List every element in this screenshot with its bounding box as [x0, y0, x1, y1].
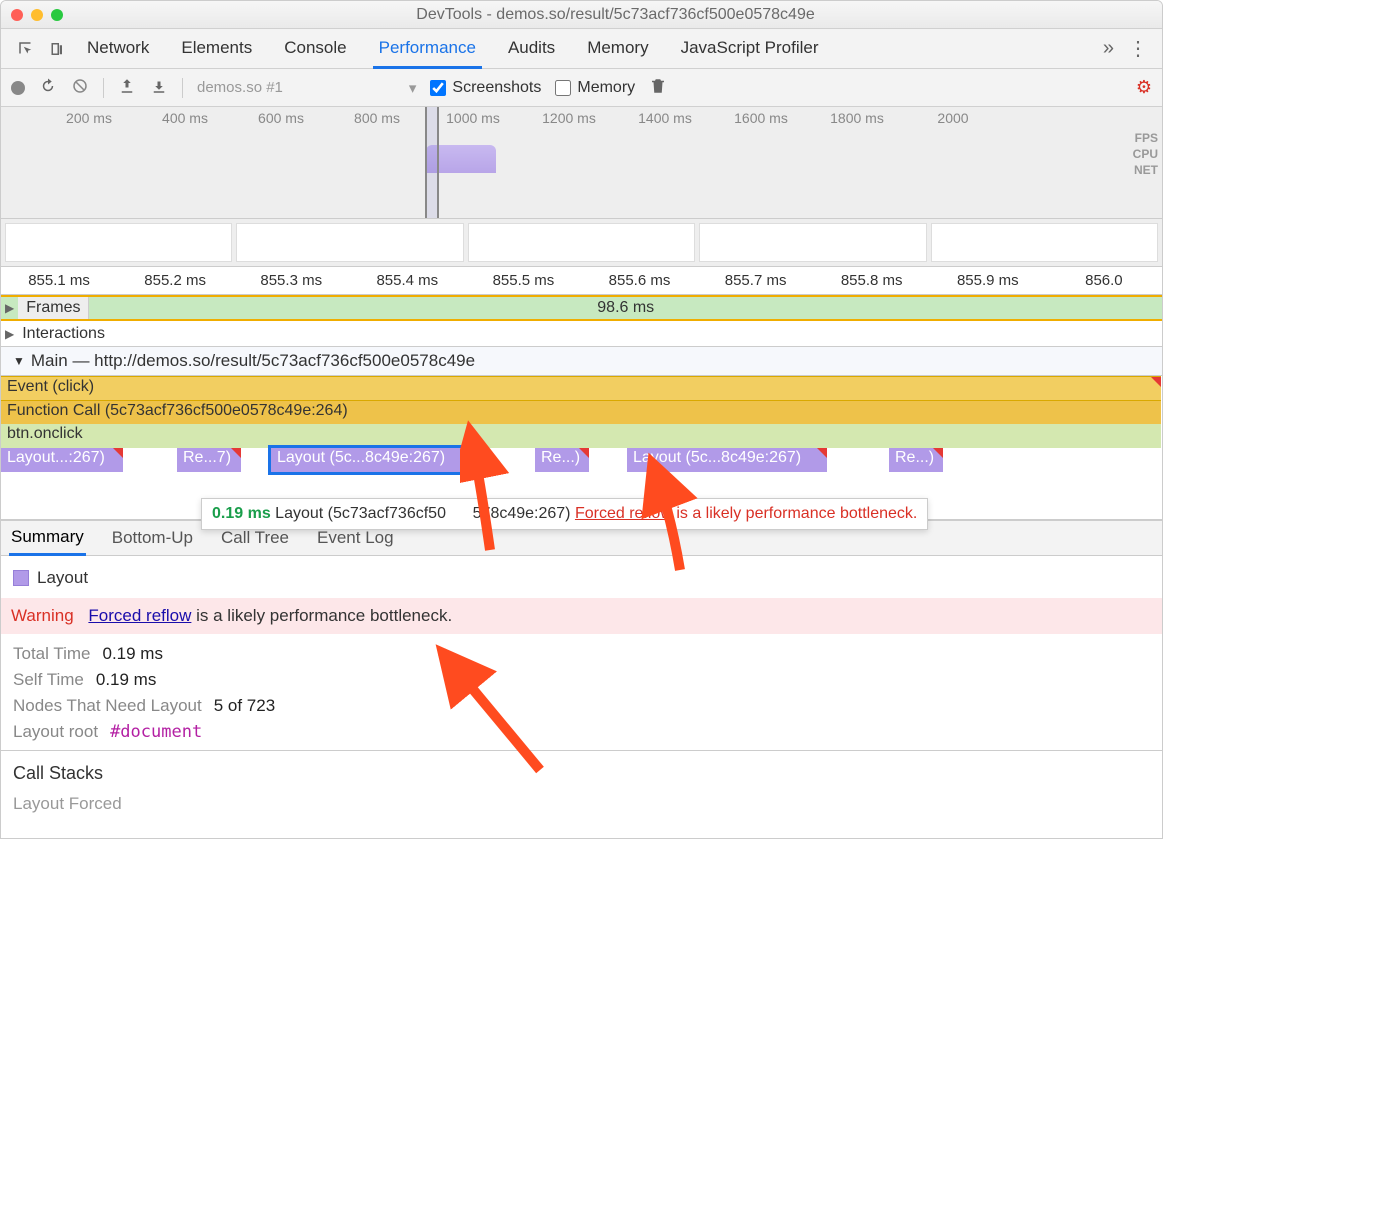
memory-checkbox[interactable]: Memory: [555, 79, 635, 97]
summary-panel: Layout Warning Forced reflow is a likely…: [1, 556, 1162, 838]
warning-label: Warning: [11, 606, 74, 625]
frames-track[interactable]: ▶ Frames 98.6 ms: [1, 295, 1162, 321]
overview-pane[interactable]: 200 ms 400 ms 600 ms 800 ms 1000 ms 1200…: [1, 107, 1162, 219]
forced-reflow-link[interactable]: Forced reflow: [88, 606, 191, 625]
summary-key: Layout root: [13, 722, 98, 742]
window-titlebar: DevTools - demos.so/result/5c73acf736cf5…: [1, 1, 1162, 29]
flame-bar[interactable]: btn.onclick: [1, 424, 1161, 448]
maximize-window-button[interactable]: [51, 9, 63, 21]
summary-key: Total Time: [13, 644, 90, 664]
summary-value[interactable]: #document: [110, 722, 202, 742]
screenshots-input[interactable]: [430, 80, 446, 96]
performance-toolbar: demos.so #1 ▾ Screenshots Memory ⚙: [1, 69, 1162, 107]
inspect-element-icon[interactable]: [11, 34, 41, 64]
warning-text: is a likely performance bottleneck.: [196, 606, 452, 625]
expand-triangle-icon[interactable]: ▶: [1, 327, 18, 341]
tab-elements[interactable]: Elements: [175, 30, 258, 68]
overview-selection-handle[interactable]: [425, 107, 439, 218]
summary-title: Layout: [37, 568, 88, 588]
call-stack-entry[interactable]: Layout Forced: [13, 794, 1150, 814]
summary-value: 0.19 ms: [96, 670, 156, 690]
tooltip-forced-reflow-link[interactable]: Forced reflow: [575, 505, 672, 522]
collect-garbage-icon[interactable]: [649, 77, 667, 98]
screenshot-frame[interactable]: [931, 223, 1158, 262]
summary-row: Total Time 0.19 ms: [13, 644, 1150, 664]
devtools-window: DevTools - demos.so/result/5c73acf736cf5…: [0, 0, 1163, 839]
tooltip-warning-text: is a likely performance bottleneck.: [676, 505, 917, 522]
summary-key: Nodes That Need Layout: [13, 696, 202, 716]
capture-settings-gear-icon[interactable]: ⚙: [1136, 77, 1152, 98]
chevron-down-icon: ▾: [409, 79, 417, 97]
clear-button[interactable]: [71, 77, 89, 98]
summary-tab[interactable]: Summary: [9, 521, 86, 556]
summary-value: 0.19 ms: [102, 644, 162, 664]
summary-key: Self Time: [13, 670, 84, 690]
tab-audits[interactable]: Audits: [502, 30, 561, 68]
summary-heading: Layout: [13, 568, 1150, 588]
frames-label: Frames: [18, 297, 89, 319]
minimize-window-button[interactable]: [31, 9, 43, 21]
screenshot-frame[interactable]: [468, 223, 695, 262]
detail-ruler[interactable]: 855.1 ms 855.2 ms 855.3 ms 855.4 ms 855.…: [1, 267, 1162, 295]
context-selector[interactable]: demos.so #1 ▾: [197, 79, 416, 97]
flame-bar[interactable]: Re...): [535, 448, 589, 472]
tab-js-profiler[interactable]: JavaScript Profiler: [675, 30, 825, 68]
flame-bar[interactable]: Layout (5c...8c49e:267): [627, 448, 827, 472]
layout-color-swatch: [13, 570, 29, 586]
call-stacks-section: Call Stacks Layout Forced: [1, 750, 1162, 826]
summary-row: Nodes That Need Layout 5 of 723: [13, 696, 1150, 716]
flame-bar[interactable]: Event (click): [1, 376, 1161, 400]
context-label: demos.so #1: [197, 79, 283, 96]
memory-input[interactable]: [555, 80, 571, 96]
reload-button[interactable]: [39, 77, 57, 98]
tab-memory[interactable]: Memory: [581, 30, 654, 68]
summary-value: 5 of 723: [214, 696, 275, 716]
tab-network[interactable]: Network: [81, 30, 155, 68]
screenshots-strip[interactable]: [1, 219, 1162, 267]
load-profile-icon[interactable]: [118, 77, 136, 98]
window-title: DevTools - demos.so/result/5c73acf736cf5…: [79, 6, 1152, 24]
panel-menu-icon[interactable]: ⋮: [1124, 36, 1152, 61]
frame-duration: 98.6 ms: [89, 299, 1162, 317]
flame-bar[interactable]: Re...7): [177, 448, 241, 472]
bottom-up-tab[interactable]: Bottom-Up: [110, 522, 195, 554]
device-toolbar-icon[interactable]: [41, 34, 71, 64]
main-thread-header[interactable]: ▼ Main — http://demos.so/result/5c73acf7…: [1, 347, 1162, 376]
close-window-button[interactable]: [11, 9, 23, 21]
expand-triangle-icon[interactable]: ▶: [1, 301, 18, 315]
record-button[interactable]: [11, 81, 25, 95]
call-stacks-title: Call Stacks: [13, 763, 1150, 784]
tooltip-duration: 0.19 ms: [212, 505, 271, 522]
interactions-label: Interactions: [18, 323, 109, 345]
panel-tabbar: Network Elements Console Performance Aud…: [1, 29, 1162, 69]
main-thread-url: Main — http://demos.so/result/5c73acf736…: [31, 351, 475, 371]
separator: [103, 78, 104, 98]
summary-row: Layout root #document: [13, 722, 1150, 742]
save-profile-icon[interactable]: [150, 77, 168, 98]
flame-bar[interactable]: Layout...:267): [1, 448, 123, 472]
collapse-triangle-icon[interactable]: ▼: [7, 354, 31, 368]
overview-ruler: 200 ms 400 ms 600 ms 800 ms 1000 ms 1200…: [1, 107, 1162, 129]
overview-row-labels: FPS CPU NET: [1133, 131, 1158, 177]
more-tabs-chevron-icon[interactable]: »: [1093, 37, 1124, 60]
tooltip-name: Layout (5c73acf736cf50: [275, 505, 446, 522]
screenshots-checkbox[interactable]: Screenshots: [430, 79, 541, 97]
flame-bar[interactable]: Re...): [889, 448, 943, 472]
panel-tabs: Network Elements Console Performance Aud…: [81, 30, 825, 68]
screenshot-frame[interactable]: [699, 223, 926, 262]
tab-console[interactable]: Console: [278, 30, 352, 68]
flame-bar[interactable]: Function Call (5c73acf736cf500e0578c49e:…: [1, 400, 1161, 424]
flame-chart[interactable]: Event (click)Function Call (5c73acf736cf…: [1, 376, 1162, 520]
summary-row: Self Time 0.19 ms: [13, 670, 1150, 690]
separator: [182, 78, 183, 98]
tab-performance[interactable]: Performance: [373, 30, 482, 69]
interactions-track[interactable]: ▶ Interactions: [1, 321, 1162, 347]
flame-tooltip: 0.19 ms Layout (5c73acf736cf50 578c49e:2…: [201, 498, 928, 530]
warning-row: Warning Forced reflow is a likely perfor…: [1, 598, 1162, 634]
screenshot-frame[interactable]: [5, 223, 232, 262]
screenshot-frame[interactable]: [236, 223, 463, 262]
traffic-lights: [11, 9, 63, 21]
flame-bar[interactable]: Layout (5c...8c49e:267): [271, 448, 471, 472]
